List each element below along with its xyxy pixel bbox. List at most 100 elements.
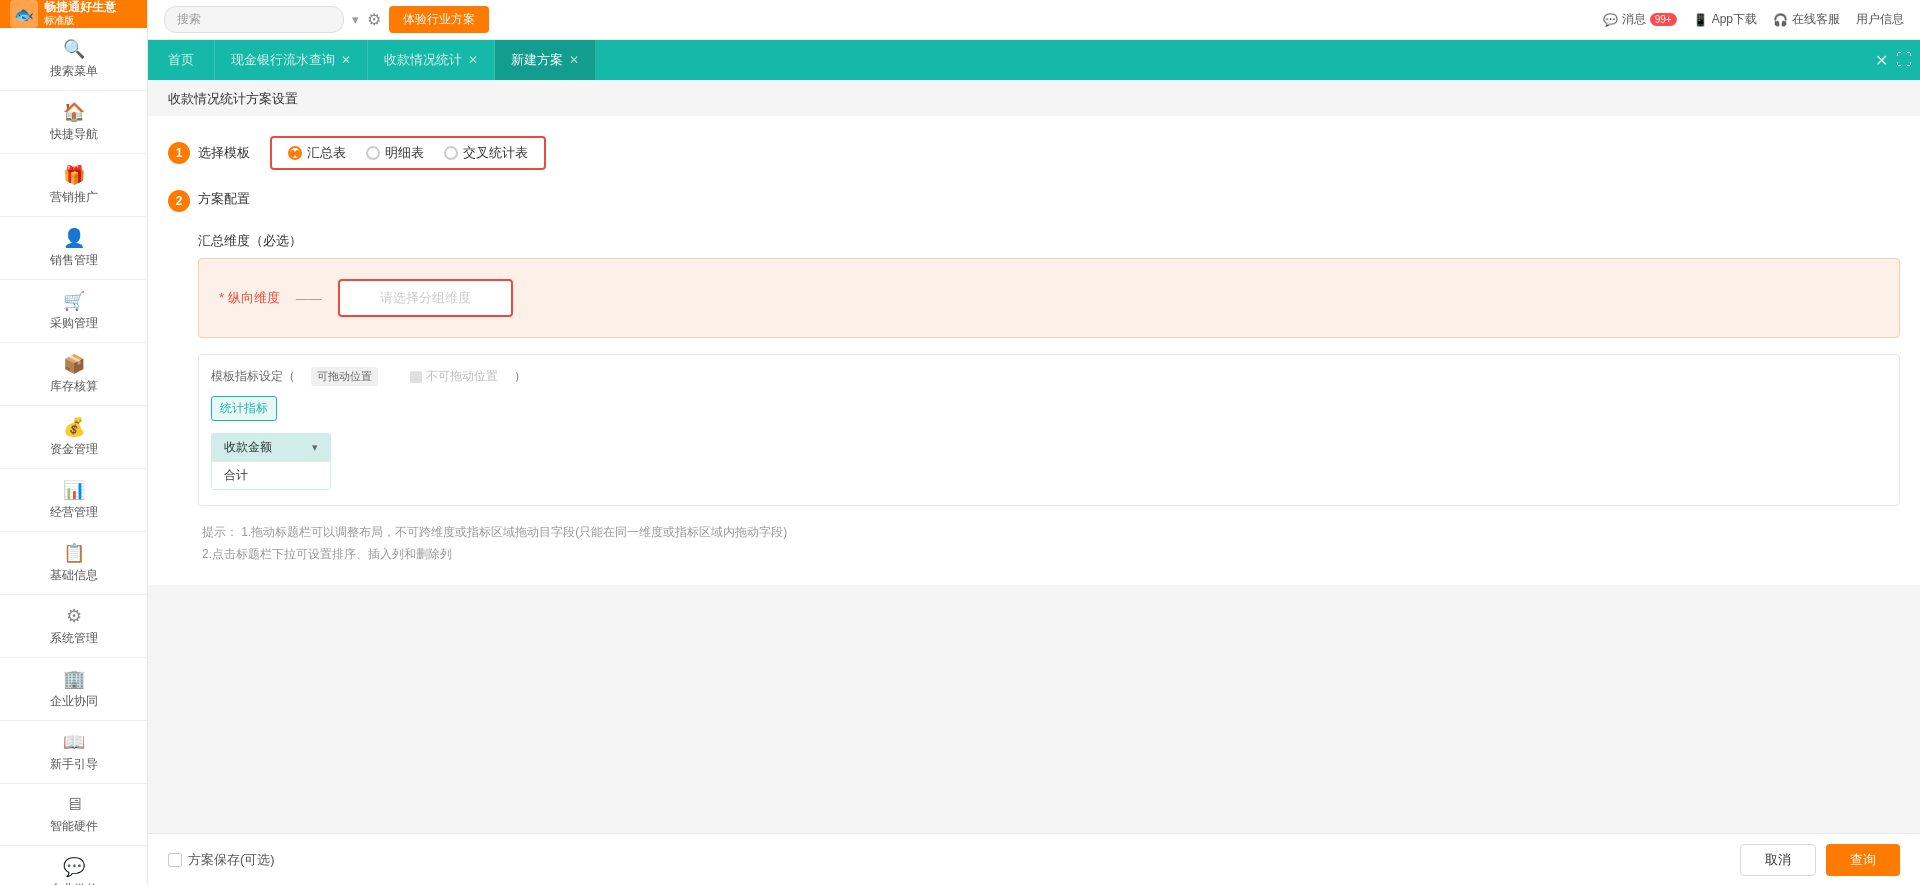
online-support-button[interactable]: 🎧 在线客服 [1773, 11, 1840, 28]
app-download-button[interactable]: 📱 App下载 [1693, 11, 1757, 28]
vertical-dimension-label: * 纵向维度 [219, 289, 280, 307]
tab-new-plan[interactable]: 新建方案 ✕ [495, 40, 596, 80]
tab-fullscreen-icon[interactable]: ⛶ [1896, 51, 1912, 69]
save-option-label: 方案保存(可选) [188, 851, 275, 869]
sidebar-item-purchase[interactable]: 🛒 采购管理 [0, 280, 147, 343]
metrics-table-header[interactable]: 收款金额 ▾ [212, 434, 330, 461]
operations-icon: 📊 [63, 479, 85, 501]
config-section: 汇总维度（必选） * 纵向维度 —— 请选择分组维度 模板指标设定（可拖动位置 … [198, 232, 1900, 565]
wechat-icon: 💬 [63, 856, 85, 878]
sidebar-item-capital[interactable]: 💰 资金管理 [0, 406, 147, 469]
sidebar-item-guide[interactable]: 📖 新手引导 [0, 721, 147, 784]
sidebar-item-system-label: 系统管理 [50, 630, 98, 647]
app-name: 畅捷通好生意 [44, 0, 116, 14]
marketing-icon: 🎁 [63, 164, 85, 186]
page-title: 收款情况统计方案设置 [148, 80, 1920, 116]
metrics-header: 模板指标设定（可拖动位置 不可拖动位置） [211, 367, 1887, 386]
cancel-button[interactable]: 取消 [1740, 844, 1816, 876]
user-info[interactable]: 用户信息 [1856, 11, 1904, 28]
step1-num: 1 [168, 142, 190, 164]
search-placeholder: 搜索 [177, 12, 201, 26]
sidebar-item-operations[interactable]: 📊 经营管理 [0, 469, 147, 532]
metrics-section: 模板指标设定（可拖动位置 不可拖动位置） 统计指标 收款金额 ▾ 合计 [198, 354, 1900, 506]
sidebar-item-quick-nav-label: 快捷导航 [50, 126, 98, 143]
sidebar-item-capital-label: 资金管理 [50, 441, 98, 458]
app-download-label: App下载 [1712, 11, 1757, 28]
dimension-select[interactable]: 请选择分组维度 [338, 279, 513, 317]
step1-options-box: 汇总表 明细表 交叉统计表 [270, 136, 546, 170]
radio-cross[interactable]: 交叉统计表 [444, 144, 528, 162]
radio-detail[interactable]: 明细表 [366, 144, 424, 162]
sidebar-item-marketing[interactable]: 🎁 营销推广 [0, 154, 147, 217]
step2-label: 方案配置 [198, 190, 250, 208]
metrics-table-dropdown-icon[interactable]: ▾ [312, 441, 318, 454]
basic-info-icon: 📋 [63, 542, 85, 564]
sidebar-item-guide-label: 新手引导 [50, 756, 98, 773]
step2-num: 2 [168, 190, 190, 212]
metrics-table: 收款金额 ▾ 合计 [211, 433, 331, 490]
header-left: 搜索 ▾ ⚙ 体验行业方案 [164, 6, 489, 33]
sidebar-item-search-menu-label: 搜索菜单 [50, 63, 98, 80]
metrics-table-header-text: 收款金额 [224, 439, 272, 456]
settings-icon[interactable]: ⚙ [367, 10, 381, 29]
save-option[interactable]: 方案保存(可选) [168, 851, 275, 869]
sidebar-item-enterprise[interactable]: 🏢 企业协同 [0, 658, 147, 721]
step1-row: 1 选择模板 汇总表 明细表 交叉统计表 [168, 136, 1900, 170]
sidebar-item-smart-hw-label: 智能硬件 [50, 818, 98, 835]
sidebar-item-search-menu[interactable]: 🔍 搜索菜单 [0, 28, 147, 91]
metrics-table-row: 合计 [212, 461, 330, 489]
radio-summary[interactable]: 汇总表 [288, 144, 346, 162]
sidebar-item-smart-hw[interactable]: 🖥 智能硬件 [0, 784, 147, 846]
radio-cross-label: 交叉统计表 [463, 144, 528, 162]
sidebar-item-system[interactable]: ⚙ 系统管理 [0, 595, 147, 658]
sidebar-item-sales-label: 销售管理 [50, 252, 98, 269]
logo-icon: 🐟 [10, 0, 38, 28]
app-edition: 标准版 [44, 14, 116, 28]
radio-summary-circle [288, 146, 302, 160]
sidebar-item-wechat[interactable]: 💬 企业微信 [0, 846, 147, 885]
support-icon: 🎧 [1773, 13, 1788, 27]
online-support-label: 在线客服 [1792, 11, 1840, 28]
sidebar-item-inventory[interactable]: 📦 库存核算 [0, 343, 147, 406]
sales-icon: 👤 [63, 227, 85, 249]
draggable-position-tag: 可拖动位置 [311, 367, 378, 386]
tips-section: 提示： 1.拖动标题栏可以调整布局，不可跨维度或指标区域拖动目字段(只能在同一维… [198, 522, 1900, 565]
header-dropdown-icon[interactable]: ▾ [352, 12, 359, 27]
notifications-button[interactable]: 💬 消息 99+ [1603, 11, 1677, 28]
tab-close-all-icon[interactable]: ✕ [1875, 51, 1888, 70]
search-box[interactable]: 搜索 [164, 6, 344, 33]
query-button[interactable]: 查询 [1826, 844, 1900, 876]
dimension-arrow: —— [296, 291, 322, 306]
radio-detail-label: 明细表 [385, 144, 424, 162]
purchase-icon: 🛒 [63, 290, 85, 312]
sidebar-logo: 🐟 畅捷通好生意 标准版 [0, 0, 147, 28]
sidebar-item-sales[interactable]: 👤 销售管理 [0, 217, 147, 280]
system-icon: ⚙ [66, 605, 82, 627]
smart-hw-icon: 🖥 [65, 794, 83, 815]
tab-bank[interactable]: 现金银行流水查询 ✕ [215, 40, 368, 80]
tab-new-plan-label: 新建方案 [511, 51, 563, 69]
message-icon: 💬 [1603, 13, 1618, 27]
metrics-table-row-text: 合计 [224, 468, 248, 482]
step2-row: 2 方案配置 [168, 190, 1900, 212]
tab-bank-close-icon[interactable]: ✕ [341, 53, 351, 67]
radio-cross-circle [444, 146, 458, 160]
quick-nav-icon: 🏠 [63, 101, 85, 123]
tab-collection-close-icon[interactable]: ✕ [468, 53, 478, 67]
save-checkbox[interactable] [168, 853, 182, 867]
capital-icon: 💰 [63, 416, 85, 438]
sidebar-item-operations-label: 经营管理 [50, 504, 98, 521]
sidebar-item-wechat-label: 企业微信 [50, 881, 98, 885]
trial-industry-button[interactable]: 体验行业方案 [389, 6, 489, 33]
tab-new-plan-close-icon[interactable]: ✕ [569, 53, 579, 67]
tab-home[interactable]: 首页 [148, 40, 215, 80]
tab-bar: 首页 现金银行流水查询 ✕ 收款情况统计 ✕ 新建方案 ✕ ✕ ⛶ [148, 40, 1920, 80]
tab-collection[interactable]: 收款情况统计 ✕ [368, 40, 495, 80]
dimension-placeholder: 请选择分组维度 [380, 290, 471, 305]
footer-buttons: 取消 查询 [1740, 844, 1900, 876]
sidebar-item-inventory-label: 库存核算 [50, 378, 98, 395]
search-menu-icon: 🔍 [63, 38, 85, 60]
sidebar-item-basic-info[interactable]: 📋 基础信息 [0, 532, 147, 595]
footer-bar: 方案保存(可选) 取消 查询 [148, 833, 1920, 885]
sidebar-item-quick-nav[interactable]: 🏠 快捷导航 [0, 91, 147, 154]
